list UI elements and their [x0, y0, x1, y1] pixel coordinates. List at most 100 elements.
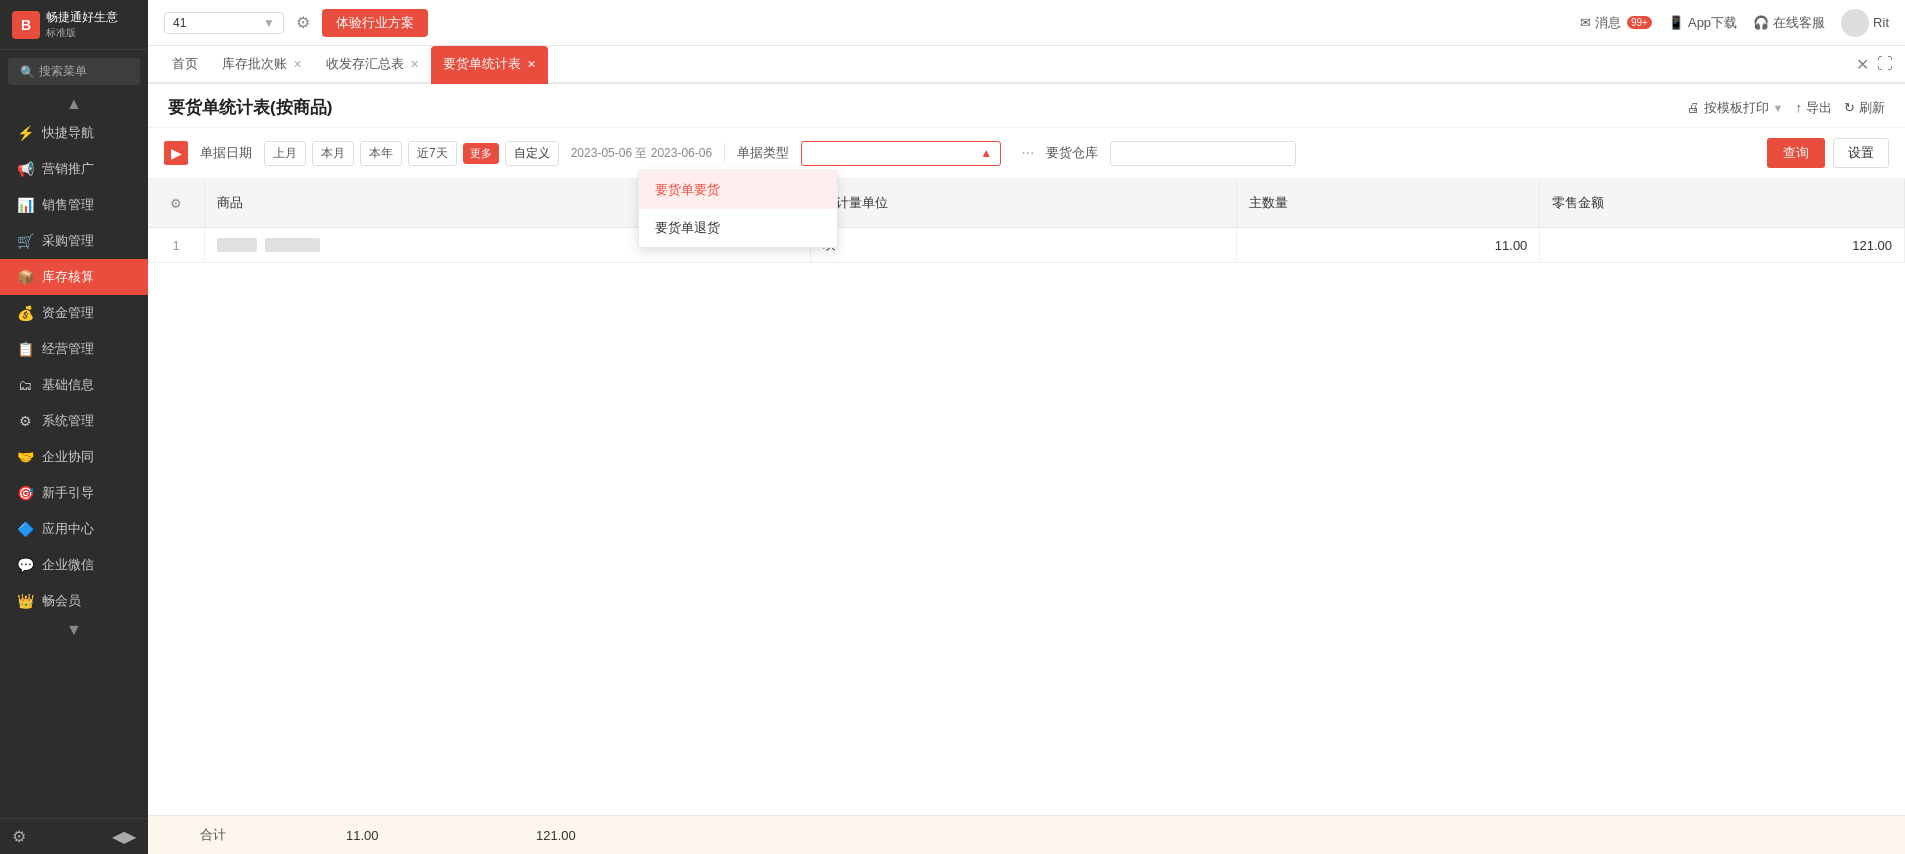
sidebar-item-operations[interactable]: 📋 经营管理 [0, 331, 148, 367]
tab-close-order-summary[interactable]: ✕ [527, 58, 536, 71]
basic-icon: 🗂 [16, 376, 34, 394]
tabbar-close-all[interactable]: ✕ [1856, 55, 1869, 74]
tab-home[interactable]: 首页 [160, 46, 210, 84]
guide-icon: 🎯 [16, 484, 34, 502]
type-arrow: ▲ [980, 146, 992, 160]
filter-divider [724, 143, 725, 163]
topbar-left: 41 ▼ ⚙ 体验行业方案 [164, 9, 428, 37]
query-button[interactable]: 查询 [1767, 138, 1825, 168]
dropdown-item-return[interactable]: 要货单退货 [639, 209, 837, 247]
sidebar-item-label: 应用中心 [42, 520, 94, 538]
enterprise-icon: 🤝 [16, 448, 34, 466]
settings-header[interactable]: ⚙ [148, 179, 205, 228]
sidebar-item-appstore[interactable]: 🔷 应用中心 [0, 511, 148, 547]
tab-close-inventory-batch[interactable]: ✕ [293, 58, 302, 71]
refresh-btn[interactable]: ↻ 刷新 [1844, 99, 1885, 117]
sidebar-item-sales[interactable]: 📊 销售管理 [0, 187, 148, 223]
settings-footer-icon[interactable]: ⚙ [12, 827, 26, 846]
type-select[interactable]: ▲ [801, 141, 1001, 166]
app-download-btn[interactable]: 📱 App下载 [1668, 14, 1737, 32]
sidebar-item-vip[interactable]: 👑 畅会员 [0, 583, 148, 619]
filter-actions: 查询 设置 [1767, 138, 1889, 168]
filter-expand-btn[interactable]: ▶ [164, 141, 188, 165]
message-icon: ✉ [1580, 15, 1591, 30]
vip-icon: 👑 [16, 592, 34, 610]
page-header: 要货单统计表(按商品) 🖨 按模板打印 ▼ ↑ 导出 ↻ 刷新 [148, 84, 1905, 128]
sidebar-search[interactable]: 🔍 搜索菜单 [8, 58, 140, 85]
wechat-icon: 💬 [16, 556, 34, 574]
tab-inventory-batch[interactable]: 库存批次账 ✕ [210, 46, 314, 84]
table-wrapper: ⚙ 商品 主计量单位 主数量 零售金额 1 [148, 179, 1905, 815]
warehouse-input[interactable] [1110, 141, 1296, 166]
date-last-7days[interactable]: 近7天 [408, 141, 457, 166]
company-selector[interactable]: 41 ▼ [164, 12, 284, 34]
sidebar-item-inventory[interactable]: 📦 库存核算 [0, 259, 148, 295]
sidebar-nav: ▲ ⚡ 快捷导航 📢 营销推广 📊 销售管理 🛒 采购管理 📦 库存核算 💰 资… [0, 93, 148, 818]
sidebar-item-basic[interactable]: 🗂 基础信息 [0, 367, 148, 403]
print-btn[interactable]: 🖨 按模板打印 ▼ [1687, 99, 1784, 117]
online-service-btn[interactable]: 🎧 在线客服 [1753, 14, 1825, 32]
footer-label: 合计 [160, 826, 346, 844]
tab-order-summary[interactable]: 要货单统计表 ✕ [431, 46, 548, 84]
topbar: 41 ▼ ⚙ 体验行业方案 ✉ 消息 99+ 📱 App下载 🎧 在线客服 R [148, 0, 1905, 46]
tabbar-expand[interactable]: ⛶ [1877, 55, 1893, 73]
date-this-month[interactable]: 本月 [312, 141, 354, 166]
date-custom[interactable]: 自定义 [505, 141, 559, 166]
tab-receipt-summary[interactable]: 收发存汇总表 ✕ [314, 46, 431, 84]
export-btn[interactable]: ↑ 导出 [1796, 99, 1833, 117]
date-label: 单据日期 [200, 144, 252, 162]
table-row: 1 块 11.00 121.00 [148, 228, 1905, 263]
printer-icon: 🖨 [1687, 100, 1700, 115]
footer-amount: 121.00 [536, 828, 636, 843]
dropdown-menu: 要货单要货 要货单退货 [638, 170, 838, 248]
date-last-month[interactable]: 上月 [264, 141, 306, 166]
sidebar-item-guide[interactable]: 🎯 新手引导 [0, 475, 148, 511]
logo-text: 畅捷通好生意 标准版 [46, 10, 118, 39]
row-amount: 121.00 [1540, 228, 1905, 263]
sidebar-item-wechat[interactable]: 💬 企业微信 [0, 547, 148, 583]
system-icon: ⚙ [16, 412, 34, 430]
sidebar-item-label: 企业协同 [42, 448, 94, 466]
user-avatar[interactable]: Rit [1841, 9, 1889, 37]
filter-more-dots[interactable]: ··· [1021, 144, 1034, 162]
scroll-down-btn[interactable]: ▼ [0, 619, 148, 641]
sidebar-item-label: 企业微信 [42, 556, 94, 574]
trial-button[interactable]: 体验行业方案 [322, 9, 428, 37]
topbar-settings-icon[interactable]: ⚙ [296, 13, 310, 32]
sidebar-toggle-icon[interactable]: ◀▶ [112, 827, 136, 846]
footer-quantity: 11.00 [346, 828, 536, 843]
type-dropdown: 要货单要货 要货单退货 [638, 170, 838, 248]
warehouse-label: 要货仓库 [1046, 144, 1098, 162]
message-badge: 99+ [1627, 16, 1652, 29]
set-button[interactable]: 设置 [1833, 138, 1889, 168]
scroll-up-btn[interactable]: ▲ [0, 93, 148, 115]
messages-btn[interactable]: ✉ 消息 99+ [1580, 14, 1652, 32]
main-area: 41 ▼ ⚙ 体验行业方案 ✉ 消息 99+ 📱 App下载 🎧 在线客服 R [148, 0, 1905, 854]
page-content: 要货单统计表(按商品) 🖨 按模板打印 ▼ ↑ 导出 ↻ 刷新 ▶ [148, 84, 1905, 854]
row-index: 1 [148, 228, 205, 263]
row-unit: 块 [811, 228, 1237, 263]
tab-close-receipt-summary[interactable]: ✕ [410, 58, 419, 71]
footer-values: 11.00 121.00 [346, 828, 636, 843]
type-input[interactable] [810, 146, 980, 161]
logo-icon: B [12, 11, 40, 39]
date-more[interactable]: 更多 [463, 143, 499, 164]
sidebar-item-label: 快捷导航 [42, 124, 94, 142]
sidebar-footer: ⚙ ◀▶ [0, 818, 148, 854]
date-this-year[interactable]: 本年 [360, 141, 402, 166]
sidebar-item-shortcut[interactable]: ⚡ 快捷导航 [0, 115, 148, 151]
sidebar-item-finance[interactable]: 💰 资金管理 [0, 295, 148, 331]
col-amount: 零售金额 [1540, 179, 1905, 228]
page-title: 要货单统计表(按商品) [168, 96, 332, 119]
sidebar-item-enterprise[interactable]: 🤝 企业协同 [0, 439, 148, 475]
selector-arrow: ▼ [263, 16, 275, 30]
purchase-icon: 🛒 [16, 232, 34, 250]
sidebar-item-purchase[interactable]: 🛒 采购管理 [0, 223, 148, 259]
marketing-icon: 📢 [16, 160, 34, 178]
sidebar-item-system[interactable]: ⚙ 系统管理 [0, 403, 148, 439]
topbar-right: ✉ 消息 99+ 📱 App下载 🎧 在线客服 Rit [1580, 9, 1889, 37]
sales-icon: 📊 [16, 196, 34, 214]
col-quantity: 主数量 [1237, 179, 1540, 228]
dropdown-item-order[interactable]: 要货单要货 [639, 171, 837, 209]
sidebar-item-marketing[interactable]: 📢 营销推广 [0, 151, 148, 187]
